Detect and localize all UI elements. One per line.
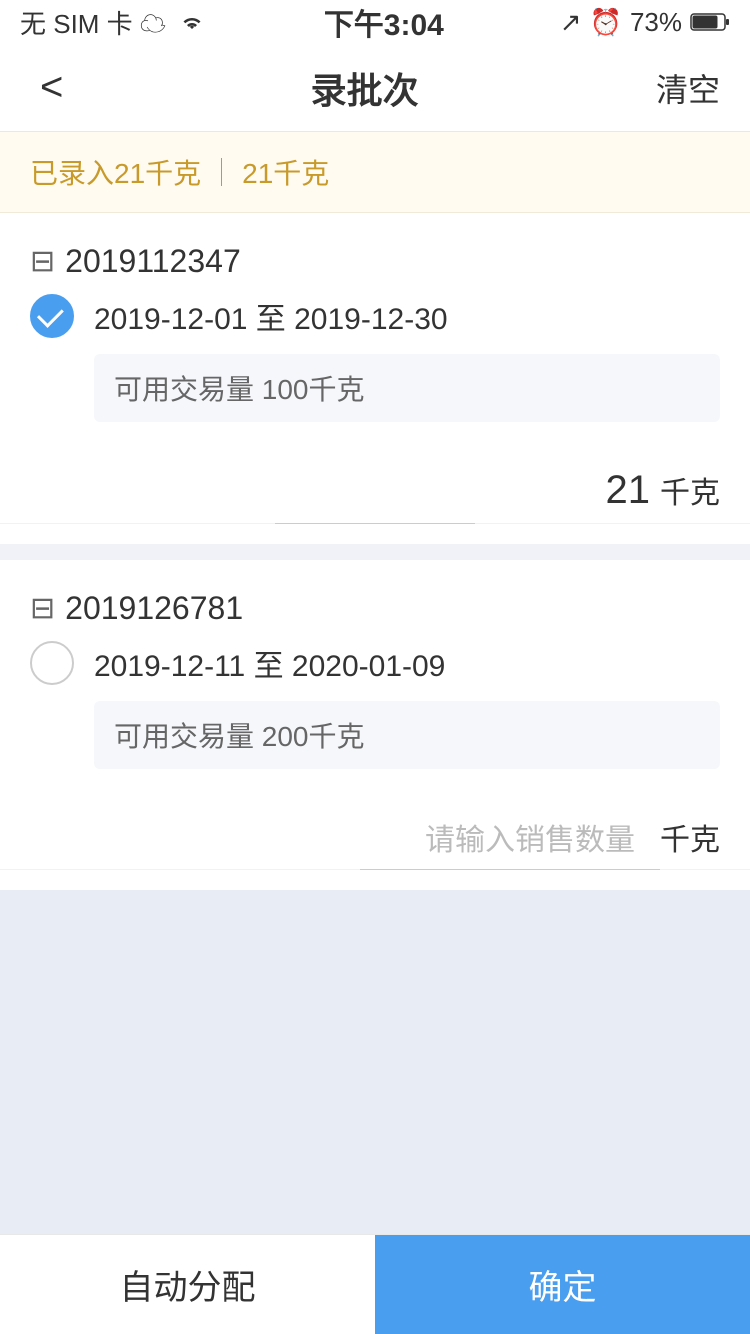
confirm-button[interactable]: 确定	[375, 1235, 750, 1334]
qty-input-2[interactable]	[350, 824, 650, 858]
card-row-2: 2019-12-11 至 2020-01-09	[30, 641, 720, 685]
input-row-2: 千克	[0, 799, 750, 869]
alarm-icon: ⏰	[590, 7, 622, 38]
recorded-amount-label: 已录入21千克	[30, 152, 201, 192]
no-sim-label: 无 SIM 卡 ☁	[20, 4, 166, 41]
battery-icon	[690, 12, 730, 32]
doc-icon-2: ⊟	[30, 591, 55, 626]
back-button[interactable]: <	[30, 55, 73, 120]
date-range-1: 2019-12-01 至 2019-12-30	[94, 294, 448, 338]
qty-unit-2: 千克	[660, 815, 720, 859]
batch-card-1: ⊟ 2019112347 2019-12-01 至 2019-12-30 可用交…	[0, 213, 750, 452]
info-divider	[221, 158, 222, 186]
footer: 自动分配 确定	[0, 1234, 750, 1334]
info-banner: 已录入21千克 21千克	[0, 132, 750, 213]
card-bottom-pad-2	[0, 870, 750, 890]
status-left: 无 SIM 卡 ☁	[20, 4, 208, 41]
amount-value-1: 21	[606, 468, 651, 513]
doc-icon-1: ⊟	[30, 244, 55, 279]
amount-unit-1: 千克	[660, 468, 720, 512]
available-1: 可用交易量 100千克	[94, 354, 720, 422]
batch-id-2: 2019126781	[65, 590, 243, 627]
radio-1[interactable]	[30, 294, 74, 338]
battery-percent: 73%	[630, 7, 682, 38]
gps-icon: ↗	[560, 7, 582, 38]
status-bar: 无 SIM 卡 ☁ 下午3:04 ↗ ⏰ 73%	[0, 0, 750, 44]
batch-card-2: ⊟ 2019126781 2019-12-11 至 2020-01-09 可用交…	[0, 560, 750, 799]
card-row-1: 2019-12-01 至 2019-12-30	[30, 294, 720, 338]
nav-bar: < 录批次 清空	[0, 44, 750, 132]
auto-distribute-button[interactable]: 自动分配	[0, 1235, 375, 1334]
info-value: 21千克	[242, 152, 329, 192]
page-title: 录批次	[311, 62, 419, 114]
card-bottom-pad-1	[0, 524, 750, 544]
status-right: ↗ ⏰ 73%	[560, 7, 730, 38]
card-header-2: ⊟ 2019126781	[30, 590, 720, 627]
batch-id-1: 2019112347	[65, 243, 241, 280]
bottom-area	[0, 890, 750, 1290]
radio-2[interactable]	[30, 641, 74, 685]
status-time: 下午3:04	[324, 0, 444, 44]
card-divider	[0, 544, 750, 560]
amount-row-1: 21 千克	[0, 452, 750, 523]
card-header-1: ⊟ 2019112347	[30, 243, 720, 280]
available-2: 可用交易量 200千克	[94, 701, 720, 769]
wifi-icon	[176, 11, 208, 33]
date-range-2: 2019-12-11 至 2020-01-09	[94, 641, 445, 685]
clear-button[interactable]: 清空	[656, 65, 720, 111]
